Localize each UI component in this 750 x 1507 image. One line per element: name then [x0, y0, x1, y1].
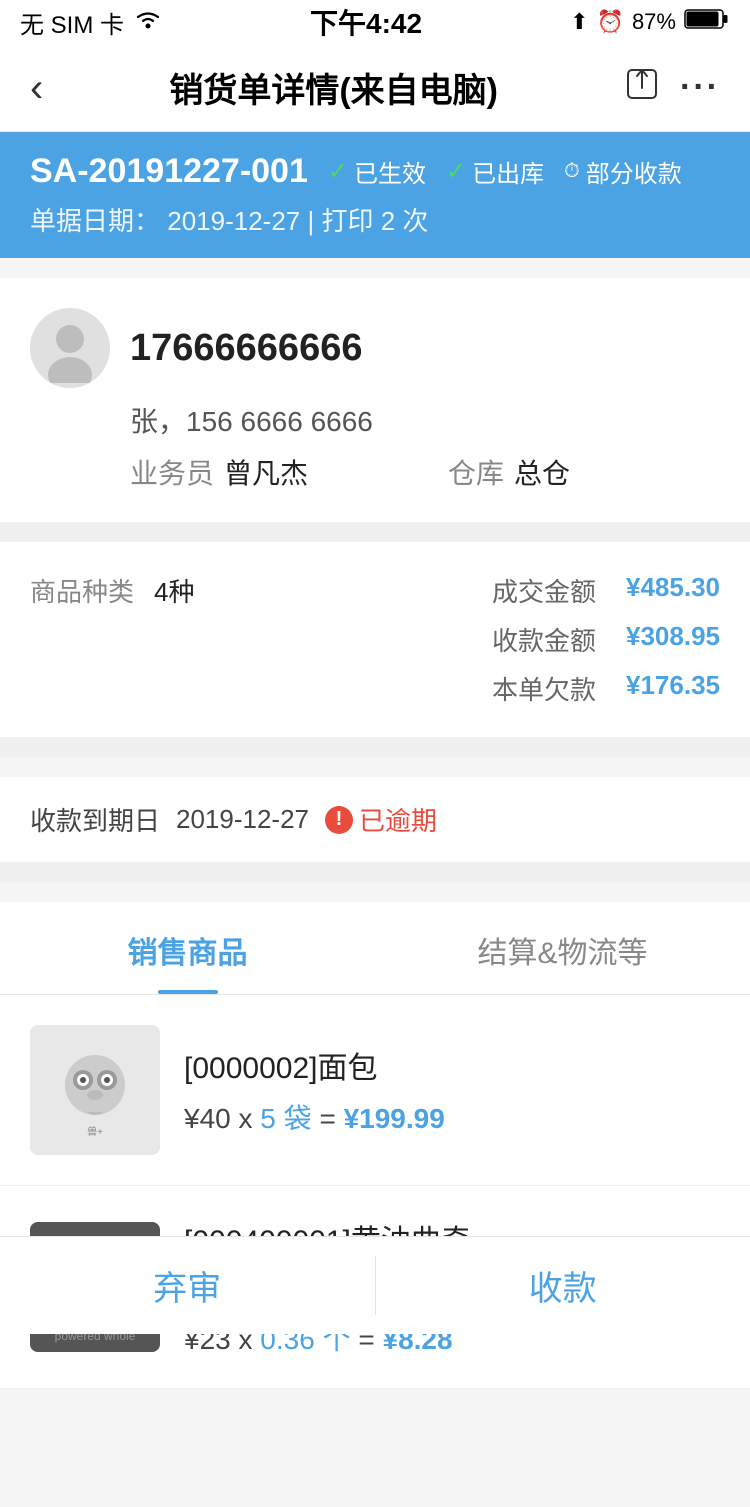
- debt-amount: ¥176.35: [626, 670, 720, 707]
- tab-sales-products[interactable]: 销售商品: [0, 902, 375, 994]
- product-price-1: ¥40 x 5 袋 = ¥199.99: [184, 1097, 720, 1137]
- confirm-button[interactable]: 收款: [376, 1237, 750, 1334]
- page-title: 销货单详情(来自电脑): [169, 63, 498, 112]
- divider-2: [0, 737, 750, 757]
- customer-avatar: [30, 308, 110, 388]
- status-effected: ✓ 已生效: [328, 154, 426, 189]
- product-qty-1: 5: [260, 1103, 276, 1134]
- time-text: 下午4:42: [310, 2, 422, 42]
- sales-name: 曾凡杰: [224, 452, 308, 492]
- list-item: 兽+ [0000002]面包 ¥40 x 5 袋 = ¥199.99: [0, 995, 750, 1186]
- due-date-label: 收款到期日: [30, 801, 160, 838]
- warehouse-label: 仓库: [448, 452, 504, 492]
- warehouse-name: 总仓: [514, 452, 570, 492]
- print-label: 打印: [321, 206, 373, 236]
- product-info-1: [0000002]面包 ¥40 x 5 袋 = ¥199.99: [184, 1043, 720, 1137]
- deal-amount-label: 成交金额: [492, 572, 596, 609]
- cancel-button[interactable]: 弃审: [0, 1237, 375, 1334]
- deal-amount: ¥485.30: [626, 572, 720, 609]
- customer-meta: 业务员 曾凡杰 仓库 总仓: [30, 452, 720, 492]
- back-button[interactable]: ‹: [30, 68, 43, 108]
- nav-icons: ···: [624, 66, 720, 110]
- customer-phone: 17666666666: [130, 327, 362, 370]
- date-label: 单据日期：: [30, 206, 160, 236]
- nav-bar: ‹ 销货单详情(来自电脑) ···: [0, 44, 750, 132]
- header-banner: SA-20191227-001 ✓ 已生效 ✓ 已出库 ⏱ 部分收款 单据日期：…: [0, 132, 750, 258]
- wifi-icon: [134, 8, 162, 36]
- carrier-text: 无 SIM 卡: [20, 5, 124, 40]
- received-amount: ¥308.95: [626, 621, 720, 658]
- status-bar: 无 SIM 卡 下午4:42 ⬆ ⏰ 87%: [0, 0, 750, 44]
- type-count: 4种: [154, 572, 194, 609]
- location-icon: ⬆: [570, 9, 588, 35]
- sales-label: 业务员: [130, 452, 214, 492]
- bottom-bar: 弃审 收款: [0, 1236, 750, 1334]
- divider-1: [0, 522, 750, 542]
- tabs-section: 销售商品 结算&物流等: [0, 902, 750, 995]
- product-name-1: [0000002]面包: [184, 1043, 720, 1087]
- battery-text: 87%: [632, 9, 676, 35]
- order-id: SA-20191227-001: [30, 152, 308, 191]
- type-label: 商品种类: [30, 572, 134, 609]
- customer-name: 张，156 6666 6666: [30, 400, 720, 440]
- due-section: 收款到期日 2019-12-27 ! 已逾期: [0, 777, 750, 862]
- order-date: 2019-12-27: [167, 206, 300, 236]
- battery-icon: [684, 8, 730, 36]
- product-total-1: ¥199.99: [344, 1103, 445, 1134]
- separator: |: [307, 206, 321, 236]
- product-thumbnail-1: 兽+: [30, 1025, 160, 1155]
- overdue-badge: ! 已逾期: [325, 801, 437, 838]
- customer-section: 17666666666 张，156 6666 6666 业务员 曾凡杰 仓库 总…: [0, 278, 750, 522]
- alarm-icon: ⏰: [597, 9, 624, 35]
- svg-text:兽+: 兽+: [87, 1125, 103, 1138]
- check-icon-2: ✓: [446, 157, 466, 186]
- more-icon[interactable]: ···: [680, 68, 720, 107]
- clock-icon: ⏱: [564, 160, 580, 183]
- overdue-text: 已逾期: [359, 801, 437, 838]
- print-count: 2: [381, 206, 395, 236]
- check-icon-1: ✓: [328, 157, 348, 186]
- tab-settlement-logistics[interactable]: 结算&物流等: [375, 902, 750, 994]
- status-shipped: ✓ 已出库: [446, 154, 544, 189]
- status-left: 无 SIM 卡: [20, 5, 162, 40]
- order-date-row: 单据日期： 2019-12-27 | 打印 2 次: [30, 201, 720, 238]
- summary-section: 商品种类 4种 成交金额 ¥485.30 收款金额 ¥308.95 本单欠款 ¥…: [0, 542, 750, 737]
- print-unit: 次: [402, 206, 428, 236]
- due-date: 2019-12-27: [176, 804, 309, 835]
- status-partial: ⏱ 部分收款: [564, 154, 682, 189]
- received-amount-label: 收款金额: [492, 621, 596, 658]
- debt-amount-label: 本单欠款: [492, 670, 596, 707]
- bottom-spacer: [0, 1389, 750, 1507]
- share-icon[interactable]: [624, 66, 660, 110]
- divider-3: [0, 862, 750, 882]
- status-right: ⬆ ⏰ 87%: [570, 8, 730, 36]
- overdue-icon: !: [325, 806, 353, 834]
